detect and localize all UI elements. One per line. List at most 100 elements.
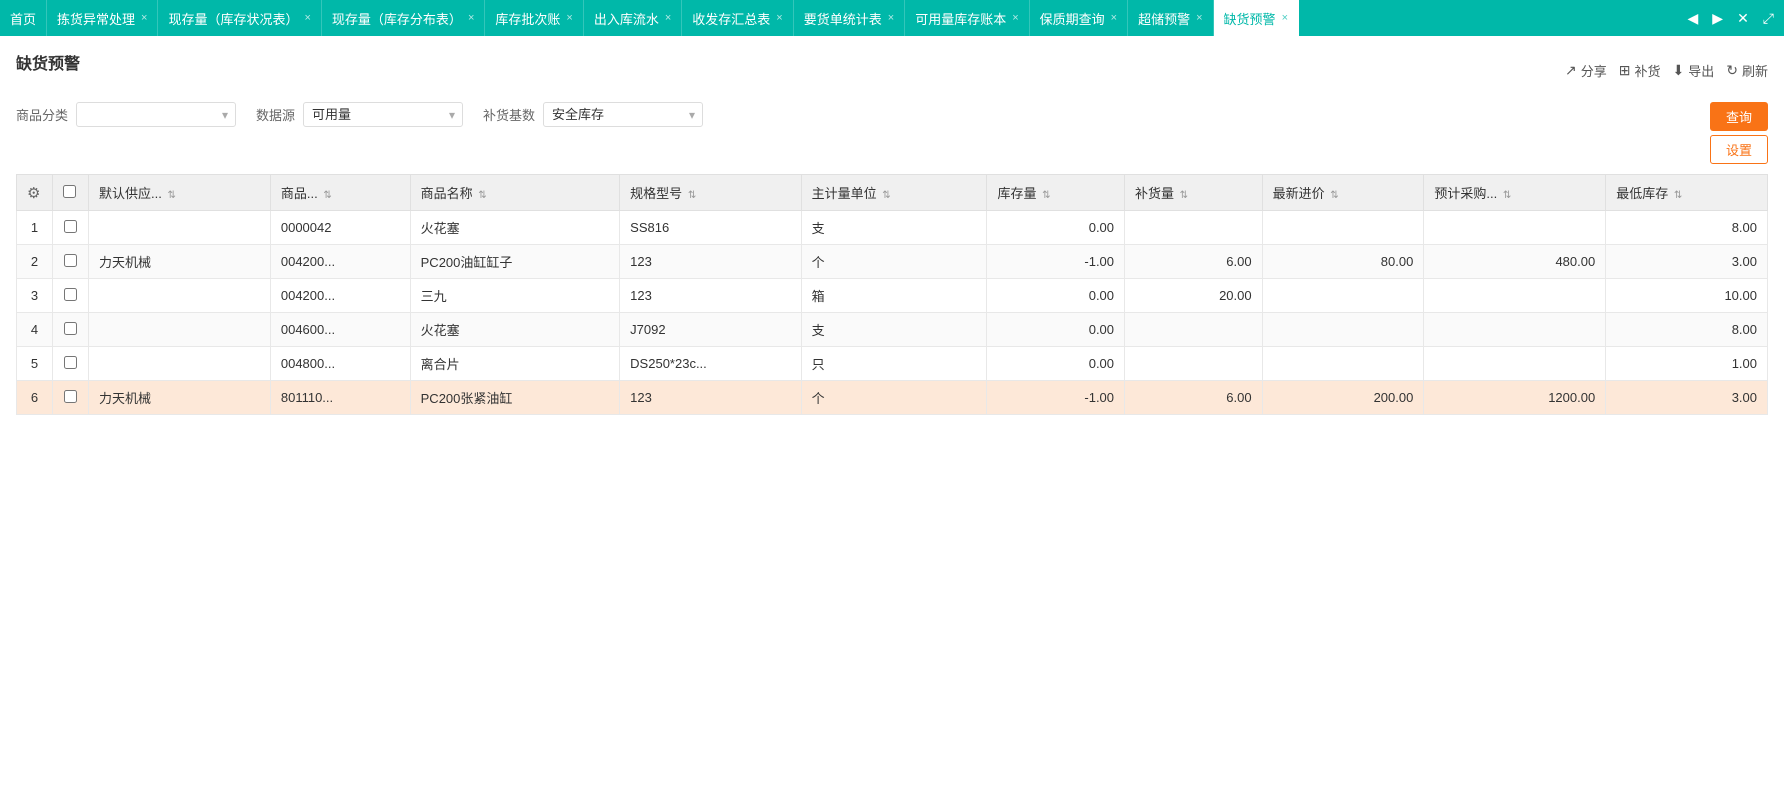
nav-close-button[interactable]: ✕ xyxy=(1731,7,1755,29)
table-row: 5 004800... 离合片 DS250*23c... 只 0.00 1.00 xyxy=(17,347,1768,381)
close-icon[interactable]: × xyxy=(566,12,572,24)
replenish-filter-group: 补货基数 安全库存 最低库存 xyxy=(483,102,703,127)
nav-tab-expiry-label: 保质期查询 xyxy=(1040,9,1105,28)
top-navigation: 首页 拣货异常处理 × 现存量（库存状况表） × 现存量（库存分布表） × 库存… xyxy=(0,0,1784,36)
datasource-select[interactable]: 可用量 库存量 xyxy=(303,102,463,127)
row-goods-name: PC200张紧油缸 xyxy=(410,381,620,415)
page-actions: ↗ 分享 ⊞ 补货 ⬇ 导出 ↻ 刷新 xyxy=(1565,61,1768,80)
sort-icon: ⇅ xyxy=(323,190,331,201)
row-index: 4 xyxy=(17,313,53,347)
category-select[interactable] xyxy=(76,102,236,127)
row-unit: 箱 xyxy=(801,279,987,313)
row-checkbox[interactable] xyxy=(64,390,77,403)
th-unit[interactable]: 主计量单位 ⇅ xyxy=(801,175,987,211)
nav-tab-inventory-dist[interactable]: 现存量（库存分布表） × xyxy=(322,0,485,36)
row-stock-qty: 0.00 xyxy=(987,313,1125,347)
close-icon[interactable]: × xyxy=(888,12,894,24)
nav-prev-button[interactable]: ◀ xyxy=(1682,7,1705,29)
close-icon[interactable]: × xyxy=(1012,12,1018,24)
nav-tab-demand-label: 要货单统计表 xyxy=(804,9,882,28)
refresh-label: 刷新 xyxy=(1742,61,1768,80)
settings-gear-icon[interactable]: ⚙ xyxy=(27,185,40,202)
settings-button[interactable]: 设置 xyxy=(1710,135,1768,164)
nav-tab-expiry[interactable]: 保质期查询 × xyxy=(1030,0,1128,36)
nav-tab-summary[interactable]: 收发存汇总表 × xyxy=(682,0,793,36)
replenish-select[interactable]: 安全库存 最低库存 xyxy=(543,102,703,127)
row-replenish-qty xyxy=(1125,347,1263,381)
th-goods-code[interactable]: 商品... ⇅ xyxy=(270,175,410,211)
nav-tab-picking[interactable]: 拣货异常处理 × xyxy=(47,0,158,36)
row-stock-qty: -1.00 xyxy=(987,381,1125,415)
row-min-stock: 8.00 xyxy=(1606,211,1768,245)
sort-icon: ⇅ xyxy=(1674,190,1682,201)
replenish-action[interactable]: ⊞ 补货 xyxy=(1619,61,1661,80)
th-goods-name[interactable]: 商品名称 ⇅ xyxy=(410,175,620,211)
close-icon[interactable]: × xyxy=(776,12,782,24)
share-action[interactable]: ↗ 分享 xyxy=(1565,61,1607,80)
close-icon[interactable]: × xyxy=(141,12,147,24)
row-checkbox[interactable] xyxy=(64,254,77,267)
th-spec-label: 规格型号 xyxy=(630,186,682,201)
nav-tab-shortage[interactable]: 缺货预警 × xyxy=(1214,0,1299,36)
row-est-purchase xyxy=(1424,279,1606,313)
row-supplier xyxy=(89,313,271,347)
category-filter-label: 商品分类 xyxy=(16,105,68,124)
th-latest-price[interactable]: 最新进价 ⇅ xyxy=(1262,175,1424,211)
row-latest-price: 200.00 xyxy=(1262,381,1424,415)
nav-tab-flow-label: 出入库流水 xyxy=(594,9,659,28)
nav-tab-available[interactable]: 可用量库存账本 × xyxy=(905,0,1029,36)
filter-area: 商品分类 数据源 可用量 库存量 补货基数 xyxy=(16,102,1694,127)
th-min-stock[interactable]: 最低库存 ⇅ xyxy=(1606,175,1768,211)
row-checkbox[interactable] xyxy=(64,322,77,335)
table-row: 4 004600... 火花塞 J7092 支 0.00 8.00 xyxy=(17,313,1768,347)
row-latest-price xyxy=(1262,313,1424,347)
refresh-action[interactable]: ↻ 刷新 xyxy=(1726,61,1768,80)
row-unit: 个 xyxy=(801,381,987,415)
nav-tab-overstock-label: 超储预警 xyxy=(1138,9,1190,28)
row-checkbox-cell xyxy=(53,245,89,279)
export-action[interactable]: ⬇ 导出 xyxy=(1673,61,1715,80)
nav-tab-demand[interactable]: 要货单统计表 × xyxy=(794,0,905,36)
close-icon[interactable]: × xyxy=(1196,12,1202,24)
close-icon[interactable]: × xyxy=(1111,12,1117,24)
query-button[interactable]: 查询 xyxy=(1710,102,1768,131)
close-icon[interactable]: × xyxy=(468,12,474,24)
nav-tab-batch[interactable]: 库存批次账 × xyxy=(485,0,583,36)
nav-expand-button[interactable]: ⤢ xyxy=(1757,7,1780,29)
data-table: ⚙ 默认供应... ⇅ 商品... ⇅ 商品名称 ⇅ 规格 xyxy=(16,174,1768,415)
th-est-purchase[interactable]: 预计采购... ⇅ xyxy=(1424,175,1606,211)
th-spec[interactable]: 规格型号 ⇅ xyxy=(620,175,801,211)
category-filter-group: 商品分类 xyxy=(16,102,236,127)
th-supplier[interactable]: 默认供应... ⇅ xyxy=(89,175,271,211)
page-body: 缺货预警 ↗ 分享 ⊞ 补货 ⬇ 导出 ↻ 刷新 商品分类 xyxy=(0,36,1784,796)
nav-tab-overstock[interactable]: 超储预警 × xyxy=(1128,0,1213,36)
row-checkbox-cell xyxy=(53,381,89,415)
replenish-label: 补货 xyxy=(1634,61,1660,80)
th-replenish-qty[interactable]: 补货量 ⇅ xyxy=(1125,175,1263,211)
sort-icon: ⇅ xyxy=(688,190,696,201)
row-est-purchase: 1200.00 xyxy=(1424,381,1606,415)
row-checkbox[interactable] xyxy=(64,288,77,301)
nav-tab-home[interactable]: 首页 xyxy=(0,0,47,36)
th-supplier-label: 默认供应... xyxy=(99,186,162,201)
category-select-wrap xyxy=(76,102,236,127)
row-checkbox[interactable] xyxy=(64,220,77,233)
close-icon[interactable]: × xyxy=(304,12,310,24)
page-title: 缺货预警 xyxy=(16,50,80,74)
row-min-stock: 3.00 xyxy=(1606,381,1768,415)
nav-next-button[interactable]: ▶ xyxy=(1706,7,1729,29)
th-stock-qty[interactable]: 库存量 ⇅ xyxy=(987,175,1125,211)
sort-icon: ⇅ xyxy=(478,190,486,201)
row-supplier xyxy=(89,347,271,381)
nav-tab-inventory-status-label: 现存量（库存状况表） xyxy=(168,9,298,28)
close-icon[interactable]: × xyxy=(665,12,671,24)
nav-tab-picking-label: 拣货异常处理 xyxy=(57,9,135,28)
row-supplier: 力天机械 xyxy=(89,245,271,279)
close-icon[interactable]: × xyxy=(1282,12,1288,24)
select-all-checkbox[interactable] xyxy=(63,185,76,198)
sort-icon: ⇅ xyxy=(167,190,175,201)
nav-tab-inventory-status[interactable]: 现存量（库存状况表） × xyxy=(158,0,321,36)
th-settings[interactable]: ⚙ xyxy=(17,175,53,211)
nav-tab-flow[interactable]: 出入库流水 × xyxy=(584,0,682,36)
row-checkbox[interactable] xyxy=(64,356,77,369)
